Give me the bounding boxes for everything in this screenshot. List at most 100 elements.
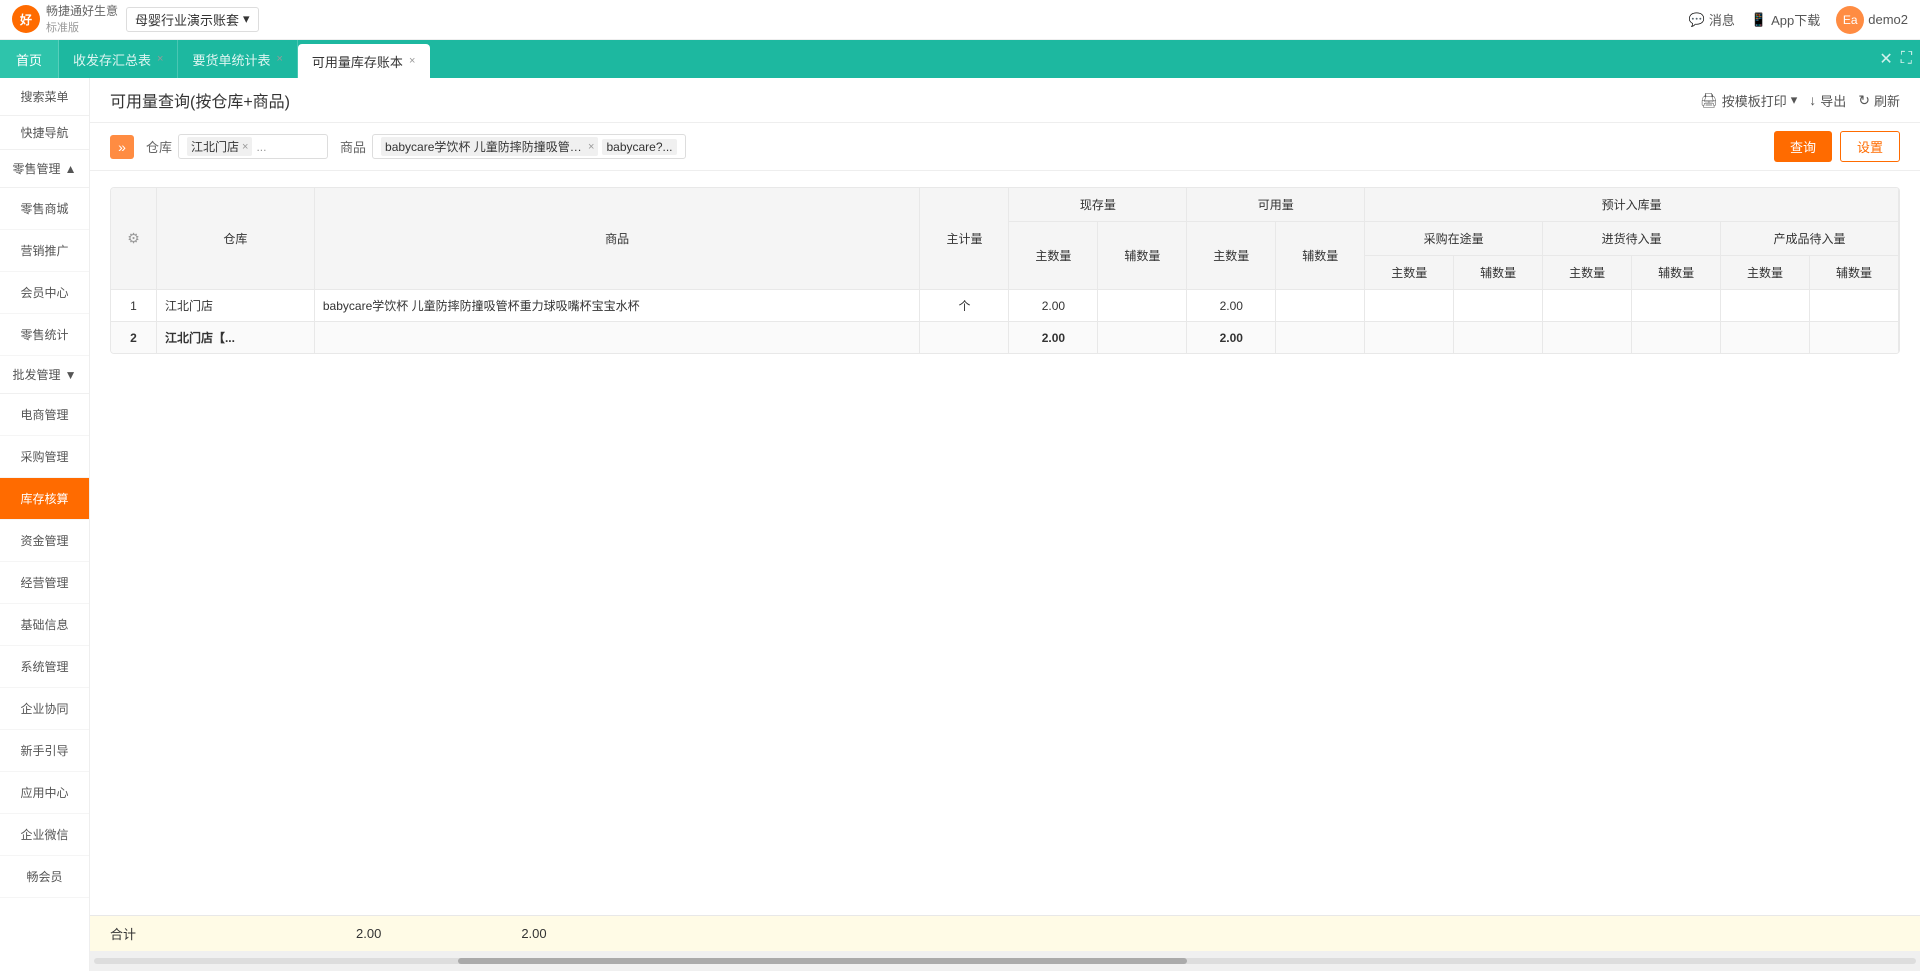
table-footer: 合计 2.00 2.00 — [90, 915, 1920, 951]
row1-current-aux — [1098, 290, 1187, 322]
th-incoming-group: 进货待入量 — [1543, 222, 1721, 256]
sidebar-item-member-center[interactable]: 会员中心 — [0, 272, 89, 314]
print-button[interactable]: 🖨 按模板打印 ▾ — [1700, 91, 1797, 110]
product-tag-2-text: babycare?... — [606, 140, 672, 154]
warehouse-tag-remove[interactable]: × — [242, 141, 248, 153]
filter-actions: 查询 设置 — [1774, 131, 1900, 162]
wholesale-mgmt-label: 批发管理 — [13, 366, 61, 383]
th-avail-aux: 辅数量 — [1276, 222, 1365, 290]
sidebar-item-ecommerce[interactable]: 电商管理 — [0, 394, 89, 436]
logo-symbol: 好 — [20, 11, 32, 28]
row1-avail-main: 2.00 — [1187, 290, 1276, 322]
gear-icon[interactable]: ⚙ — [127, 230, 140, 246]
sidebar-search[interactable]: 搜索菜单 — [0, 78, 89, 116]
tab-available-inventory[interactable]: 可用量库存账本 × — [298, 44, 430, 78]
tab-revenue-label: 收发存汇总表 — [73, 50, 151, 69]
app-download-button[interactable]: 📱 App下载 — [1751, 10, 1820, 29]
member-center-label: 会员中心 — [20, 286, 68, 300]
print-label: 按模板打印 — [1722, 91, 1787, 110]
finance-label: 资金管理 — [20, 534, 68, 548]
sidebar-item-retail-stats[interactable]: 零售统计 — [0, 314, 89, 356]
th-unit: 主计量 — [920, 188, 1009, 290]
th-incoming-aux: 辅数量 — [1632, 256, 1721, 290]
product-tag-1-text: babycare学饮杯 儿童防摔防撞吸管杯重力球吸嘴杯宝宝水杯 — [385, 138, 585, 155]
table-row-subtotal: 2 江北门店【... 2.00 2.00 — [111, 322, 1899, 354]
sidebar-item-system[interactable]: 系统管理 — [0, 646, 89, 688]
scroll-track[interactable] — [94, 958, 1916, 964]
product-tag-2: babycare?... — [602, 139, 676, 155]
row1-warehouse: 江北门店 — [156, 290, 314, 322]
tab-home[interactable]: 首页 — [0, 40, 59, 78]
industry-selector[interactable]: 母婴行业演示账套 ▾ — [126, 7, 259, 32]
query-button[interactable]: 查询 — [1774, 131, 1832, 162]
th-product: 商品 — [314, 188, 920, 290]
sidebar-quick-nav[interactable]: 快捷导航 — [0, 116, 89, 150]
sidebar-item-member[interactable]: 畅会员 — [0, 856, 89, 898]
tab-inventory-close[interactable]: × — [409, 55, 415, 67]
tab-revenue-summary[interactable]: 收发存汇总表 × — [59, 40, 178, 78]
product-filter-label: 商品 — [340, 137, 366, 156]
sidebar-item-onboarding[interactable]: 新手引导 — [0, 730, 89, 772]
footer-avail-main-total: 2.00 — [521, 926, 546, 941]
app-center-label: 应用中心 — [20, 786, 68, 800]
sidebar-item-wholesale-mgmt[interactable]: 批发管理 ▼ — [0, 356, 89, 394]
scroll-thumb[interactable] — [458, 958, 1187, 964]
refresh-button[interactable]: ↻ 刷新 — [1858, 91, 1900, 110]
logo-icon: 好 — [12, 5, 40, 33]
sidebar-item-enterprise[interactable]: 企业协同 — [0, 688, 89, 730]
th-avail-main: 主数量 — [1187, 222, 1276, 290]
logo-area: 好 畅捷通好生意 标准版 — [12, 4, 118, 34]
sidebar-item-finance[interactable]: 资金管理 — [0, 520, 89, 562]
sidebar-item-retail-mgmt[interactable]: 零售管理 ▲ — [0, 150, 89, 188]
settings-button[interactable]: 设置 — [1840, 131, 1900, 162]
row2-index: 2 — [111, 322, 156, 354]
tab-close-all-button[interactable]: ✕ — [1879, 49, 1892, 69]
filter-expand-button[interactable]: » — [110, 135, 134, 159]
message-label: 消息 — [1709, 10, 1735, 29]
th-current-stock-group: 现存量 — [1009, 188, 1187, 222]
sidebar: 搜索菜单 快捷导航 零售管理 ▲ 零售商城 营销推广 会员中心 零售统计 批发管… — [0, 78, 90, 971]
sidebar-item-operations[interactable]: 经营管理 — [0, 562, 89, 604]
user-name: demo2 — [1868, 12, 1908, 27]
footer-scroll[interactable] — [90, 951, 1920, 971]
th-forecast-group: 预计入库量 — [1365, 188, 1899, 222]
sidebar-item-inventory[interactable]: 库存核算 — [0, 478, 89, 520]
export-button[interactable]: ↓ 导出 — [1809, 91, 1846, 110]
sidebar-item-basic-info[interactable]: 基础信息 — [0, 604, 89, 646]
expand-icon: » — [118, 139, 126, 155]
quick-nav-label: 快捷导航 — [20, 126, 68, 140]
row1-purchase-main — [1365, 290, 1454, 322]
product-tag-1-remove[interactable]: × — [588, 141, 594, 153]
tab-bar-end: ✕ ⛶ — [1879, 40, 1920, 78]
th-available-group: 可用量 — [1187, 188, 1365, 222]
th-production-group: 产成品待入量 — [1721, 222, 1899, 256]
warehouse-tags-input[interactable]: 江北门店 × ... — [178, 134, 328, 159]
inventory-label: 库存核算 — [20, 492, 68, 506]
row1-incoming-main — [1543, 290, 1632, 322]
tab-expand-button[interactable]: ⛶ — [1901, 50, 1912, 68]
page-title: 可用量查询(按仓库+商品) — [110, 88, 290, 112]
page-header: 可用量查询(按仓库+商品) 🖨 按模板打印 ▾ ↓ 导出 ↻ 刷新 — [90, 78, 1920, 123]
footer-current-main-total: 2.00 — [356, 926, 381, 941]
product-filter: 商品 babycare学饮杯 儿童防摔防撞吸管杯重力球吸嘴杯宝宝水杯 × bab… — [340, 134, 686, 159]
tab-order-close[interactable]: × — [276, 53, 282, 65]
row2-warehouse: 江北门店【... — [156, 322, 314, 354]
row1-production-main — [1721, 290, 1810, 322]
tab-revenue-close[interactable]: × — [157, 53, 163, 65]
message-button[interactable]: 💬 消息 — [1689, 10, 1735, 29]
product-tags-input[interactable]: babycare学饮杯 儿童防摔防撞吸管杯重力球吸嘴杯宝宝水杯 × babyca… — [372, 134, 685, 159]
sidebar-item-online-store[interactable]: 零售商城 — [0, 188, 89, 230]
row1-purchase-aux — [1454, 290, 1543, 322]
chevron-down-icon: ▼ — [65, 368, 77, 382]
system-label: 系统管理 — [20, 660, 68, 674]
sidebar-item-marketing[interactable]: 营销推广 — [0, 230, 89, 272]
sidebar-item-app-center[interactable]: 应用中心 — [0, 772, 89, 814]
sidebar-item-purchase[interactable]: 采购管理 — [0, 436, 89, 478]
main-layout: 搜索菜单 快捷导航 零售管理 ▲ 零售商城 营销推广 会员中心 零售统计 批发管… — [0, 78, 1920, 971]
app-download-label: App下载 — [1771, 10, 1820, 29]
tab-order-stats[interactable]: 要货单统计表 × — [178, 40, 297, 78]
th-settings: ⚙ — [111, 188, 156, 290]
th-current-aux: 辅数量 — [1098, 222, 1187, 290]
sidebar-item-wechat[interactable]: 企业微信 — [0, 814, 89, 856]
user-area[interactable]: Ea demo2 — [1836, 6, 1908, 34]
